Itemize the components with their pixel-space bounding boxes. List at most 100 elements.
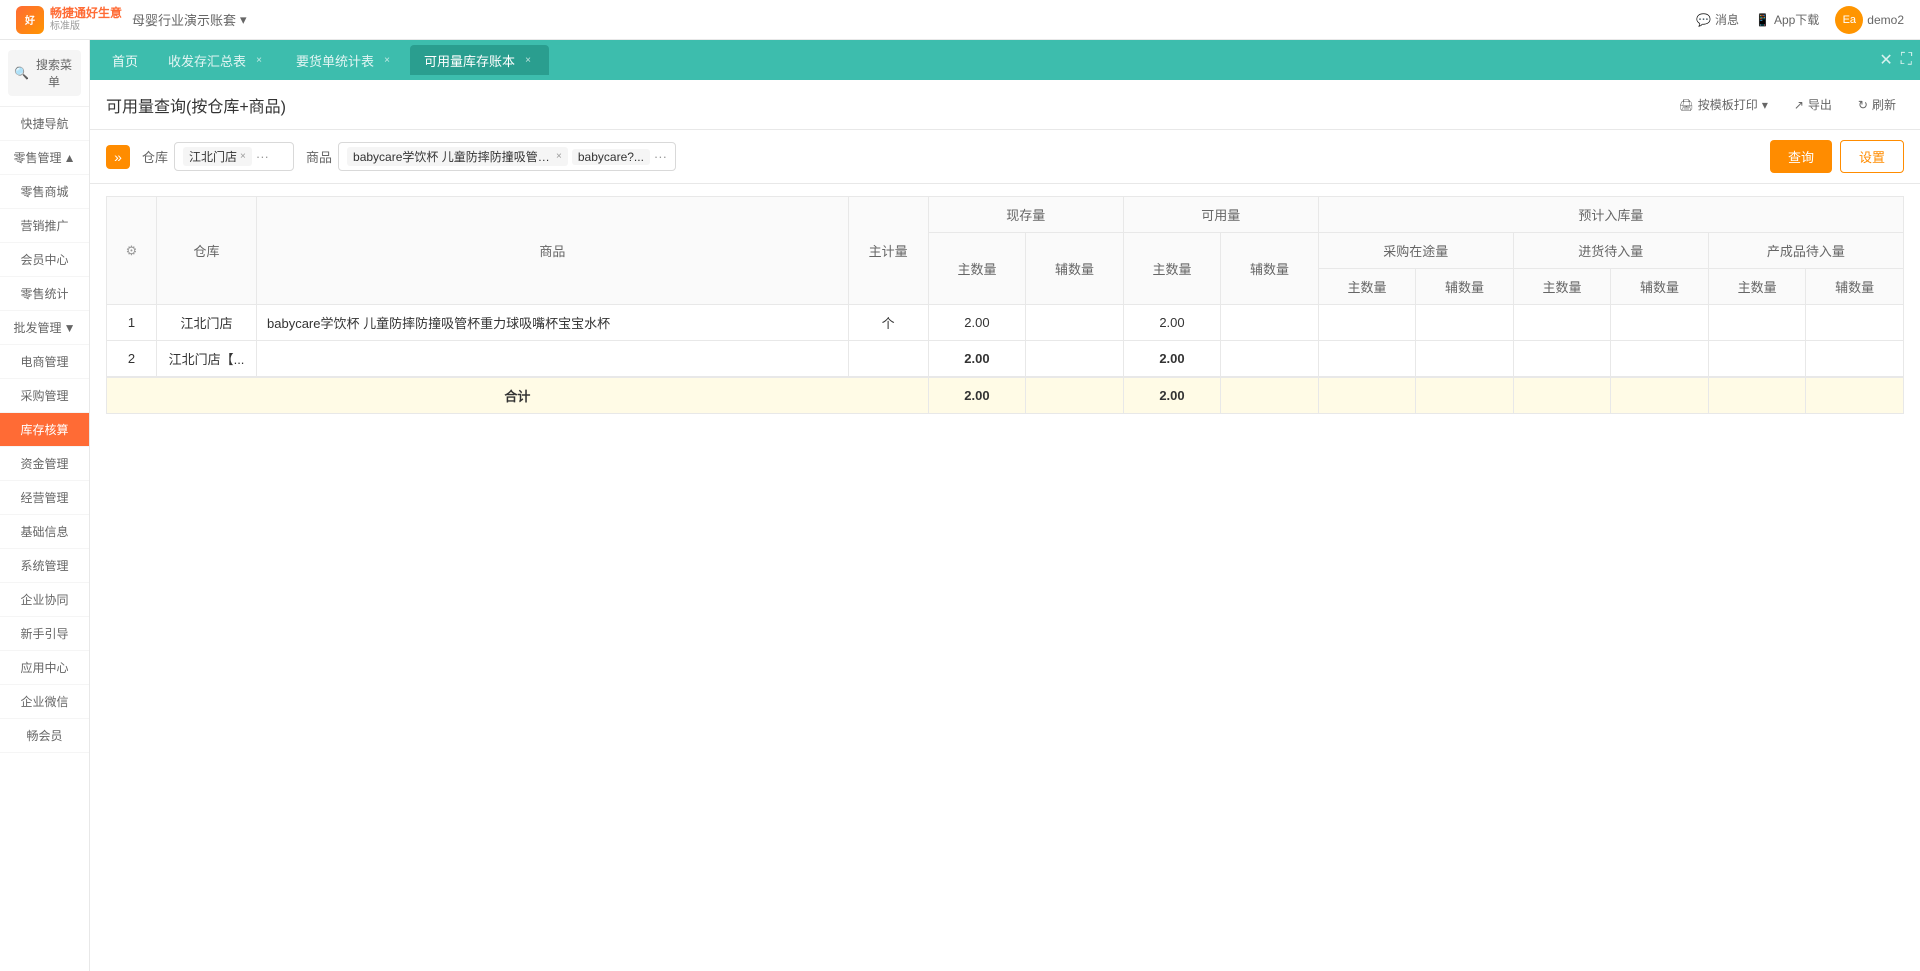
th-available-aux: 辅数量 xyxy=(1221,233,1319,305)
sidebar-item-nav-guide[interactable]: 快捷导航 xyxy=(0,107,89,141)
sidebar-item-nav-operations[interactable]: 经营管理 xyxy=(0,481,89,515)
td-warehouse-1: 江北门店 xyxy=(157,305,257,341)
export-btn[interactable]: ↗ 导出 xyxy=(1786,92,1840,117)
page-actions: 🖨 按模板打印 ▾ ↗ 导出 ↻ 刷新 xyxy=(1671,92,1904,117)
tab-maximize-icon[interactable]: ⛶ xyxy=(1901,51,1912,69)
tab-order-stats[interactable]: 要货单统计表 × xyxy=(282,45,408,75)
td-footer-incoming-aux xyxy=(1611,377,1709,414)
sidebar-item-label: 营销推广 xyxy=(20,219,68,233)
main-layout: 🔍 搜索菜单 快捷导航 零售管理 ▲ 零售商城 营销推广 会员中心 零售统计 批… xyxy=(0,40,1920,971)
tab-receipts-close-icon[interactable]: × xyxy=(252,53,266,67)
sidebar-item-nav-shop[interactable]: 零售商城 xyxy=(0,175,89,209)
tab-inventory-close-icon[interactable]: × xyxy=(521,53,535,67)
sidebar-item-nav-inventory[interactable]: 库存核算 xyxy=(0,413,89,447)
sidebar-item-label: 电商管理 xyxy=(20,355,68,369)
sidebar-item-nav-wechat[interactable]: 企业微信 xyxy=(0,685,89,719)
th-settings[interactable]: ⚙ xyxy=(107,197,157,305)
td-available-aux-2 xyxy=(1221,341,1319,378)
tab-inventory[interactable]: 可用量库存账本 × xyxy=(410,45,549,75)
refresh-btn[interactable]: ↻ 刷新 xyxy=(1850,92,1904,117)
th-current-aux: 辅数量 xyxy=(1026,233,1124,305)
tab-bar: 首页 收发存汇总表 × 要货单统计表 × 可用量库存账本 × ✕ ⛶ xyxy=(90,40,1920,80)
td-current-main-1: 2.00 xyxy=(928,305,1026,341)
sidebar-item-nav-system[interactable]: 系统管理 xyxy=(0,549,89,583)
sidebar-item-nav-base[interactable]: 基础信息 xyxy=(0,515,89,549)
td-footer-label: 合计 xyxy=(107,377,929,414)
export-icon: ↗ xyxy=(1794,98,1804,112)
th-incoming-main: 主数量 xyxy=(1513,269,1611,305)
sidebar-item-nav-purchase[interactable]: 采购管理 xyxy=(0,379,89,413)
td-incoming-aux-2 xyxy=(1611,341,1709,378)
td-footer-available-main: 2.00 xyxy=(1123,377,1221,414)
tab-close-all-icon[interactable]: ✕ xyxy=(1879,50,1892,70)
logo-sub-text: 标准版 xyxy=(50,21,122,33)
user-area[interactable]: Ea demo2 xyxy=(1835,6,1904,34)
td-unit-1: 个 xyxy=(848,305,928,341)
sidebar-item-label: 零售统计 xyxy=(20,287,68,301)
warehouse-tag-close-icon[interactable]: × xyxy=(240,151,246,162)
th-product: 商品 xyxy=(257,197,849,305)
message-btn[interactable]: 💬 消息 xyxy=(1696,11,1739,28)
td-purchase-transit-aux-2 xyxy=(1416,341,1514,378)
tab-order-stats-close-icon[interactable]: × xyxy=(380,53,394,67)
sidebar-item-label: 零售管理 xyxy=(14,149,62,166)
product-tag1-close-icon[interactable]: × xyxy=(556,151,562,162)
sidebar-item-nav-ecommerce[interactable]: 电商管理 xyxy=(0,345,89,379)
sidebar-item-label: 批发管理 xyxy=(14,319,62,336)
th-planned-in-group: 预计入库量 xyxy=(1318,197,1903,233)
th-production-group: 产成品待入量 xyxy=(1708,233,1903,269)
username-label: demo2 xyxy=(1867,13,1904,27)
product-filter-input[interactable]: babycare学饮杯 儿童防摔防撞吸管杯重力球吸嘴杯宝宝水杯 × babyca… xyxy=(338,142,676,171)
warehouse-filter-input[interactable]: 江北门店 × ··· xyxy=(174,142,294,171)
tab-receipts[interactable]: 收发存汇总表 × xyxy=(154,45,280,75)
sidebar-item-label: 应用中心 xyxy=(20,661,68,675)
sidebar-item-nav-finance[interactable]: 资金管理 xyxy=(0,447,89,481)
avatar: Ea xyxy=(1835,6,1863,34)
logo-main-text: 畅捷通好生意 xyxy=(50,6,122,20)
td-product-1: babycare学饮杯 儿童防摔防撞吸管杯重力球吸嘴杯宝宝水杯 xyxy=(257,305,849,341)
refresh-label: 刷新 xyxy=(1872,96,1896,113)
industry-name: 母婴行业演示账套 xyxy=(132,10,236,29)
industry-selector[interactable]: 母婴行业演示账套 ▾ xyxy=(132,10,247,29)
sidebar-item-nav-enterprise[interactable]: 企业协同 xyxy=(0,583,89,617)
query-button[interactable]: 查询 xyxy=(1770,140,1832,173)
print-icon: 🖨 xyxy=(1679,98,1694,112)
td-footer-production-aux xyxy=(1806,377,1904,414)
td-footer-purchase-transit-aux xyxy=(1416,377,1514,414)
sidebar-item-label: 企业微信 xyxy=(20,695,68,709)
search-menu-btn[interactable]: 🔍 搜索菜单 xyxy=(8,50,81,96)
tab-home[interactable]: 首页 xyxy=(98,45,152,75)
expand-icon: » xyxy=(114,149,122,165)
settings-button[interactable]: 设置 xyxy=(1840,140,1904,173)
export-label: 导出 xyxy=(1808,96,1832,113)
sidebar-item-label: 会员中心 xyxy=(20,253,68,267)
th-warehouse: 仓库 xyxy=(157,197,257,305)
filter-expand-btn[interactable]: » xyxy=(106,145,130,169)
sidebar-item-nav-member[interactable]: 会员中心 xyxy=(0,243,89,277)
tab-inventory-label: 可用量库存账本 xyxy=(424,51,515,70)
td-current-aux-2 xyxy=(1026,341,1124,378)
sidebar-item-nav-retail-stat[interactable]: 零售统计 xyxy=(0,277,89,311)
td-purchase-transit-main-2 xyxy=(1318,341,1416,378)
table-footer-row: 合计 2.00 2.00 xyxy=(107,377,1904,414)
print-template-btn[interactable]: 🖨 按模板打印 ▾ xyxy=(1671,92,1776,117)
sidebar-item-nav-marketing[interactable]: 营销推广 xyxy=(0,209,89,243)
td-production-aux-1 xyxy=(1806,305,1904,341)
message-icon: 💬 xyxy=(1696,13,1711,27)
avatar-text: Ea xyxy=(1843,14,1856,26)
sidebar-item-nav-wholesale[interactable]: 批发管理 ▼ xyxy=(0,311,89,345)
app-download-btn[interactable]: 📱 App下载 xyxy=(1755,11,1819,28)
sidebar-item-nav-member2[interactable]: 畅会员 xyxy=(0,719,89,753)
table-scroll-area: ⚙ 仓库 商品 主计量 xyxy=(106,196,1904,414)
warehouse-dots-icon[interactable]: ··· xyxy=(256,149,269,164)
download-label: App下载 xyxy=(1774,11,1819,28)
logo-text-area: 畅捷通好生意 标准版 xyxy=(50,6,122,32)
sidebar-item-nav-retail[interactable]: 零售管理 ▲ xyxy=(0,141,89,175)
sidebar-item-nav-newbie[interactable]: 新手引导 xyxy=(0,617,89,651)
data-table: ⚙ 仓库 商品 主计量 xyxy=(106,196,1904,414)
td-incoming-main-1 xyxy=(1513,305,1611,341)
th-current-stock-group: 现存量 xyxy=(928,197,1123,233)
product-dots-icon[interactable]: ··· xyxy=(654,149,667,164)
td-incoming-aux-1 xyxy=(1611,305,1709,341)
sidebar-item-nav-appstore[interactable]: 应用中心 xyxy=(0,651,89,685)
